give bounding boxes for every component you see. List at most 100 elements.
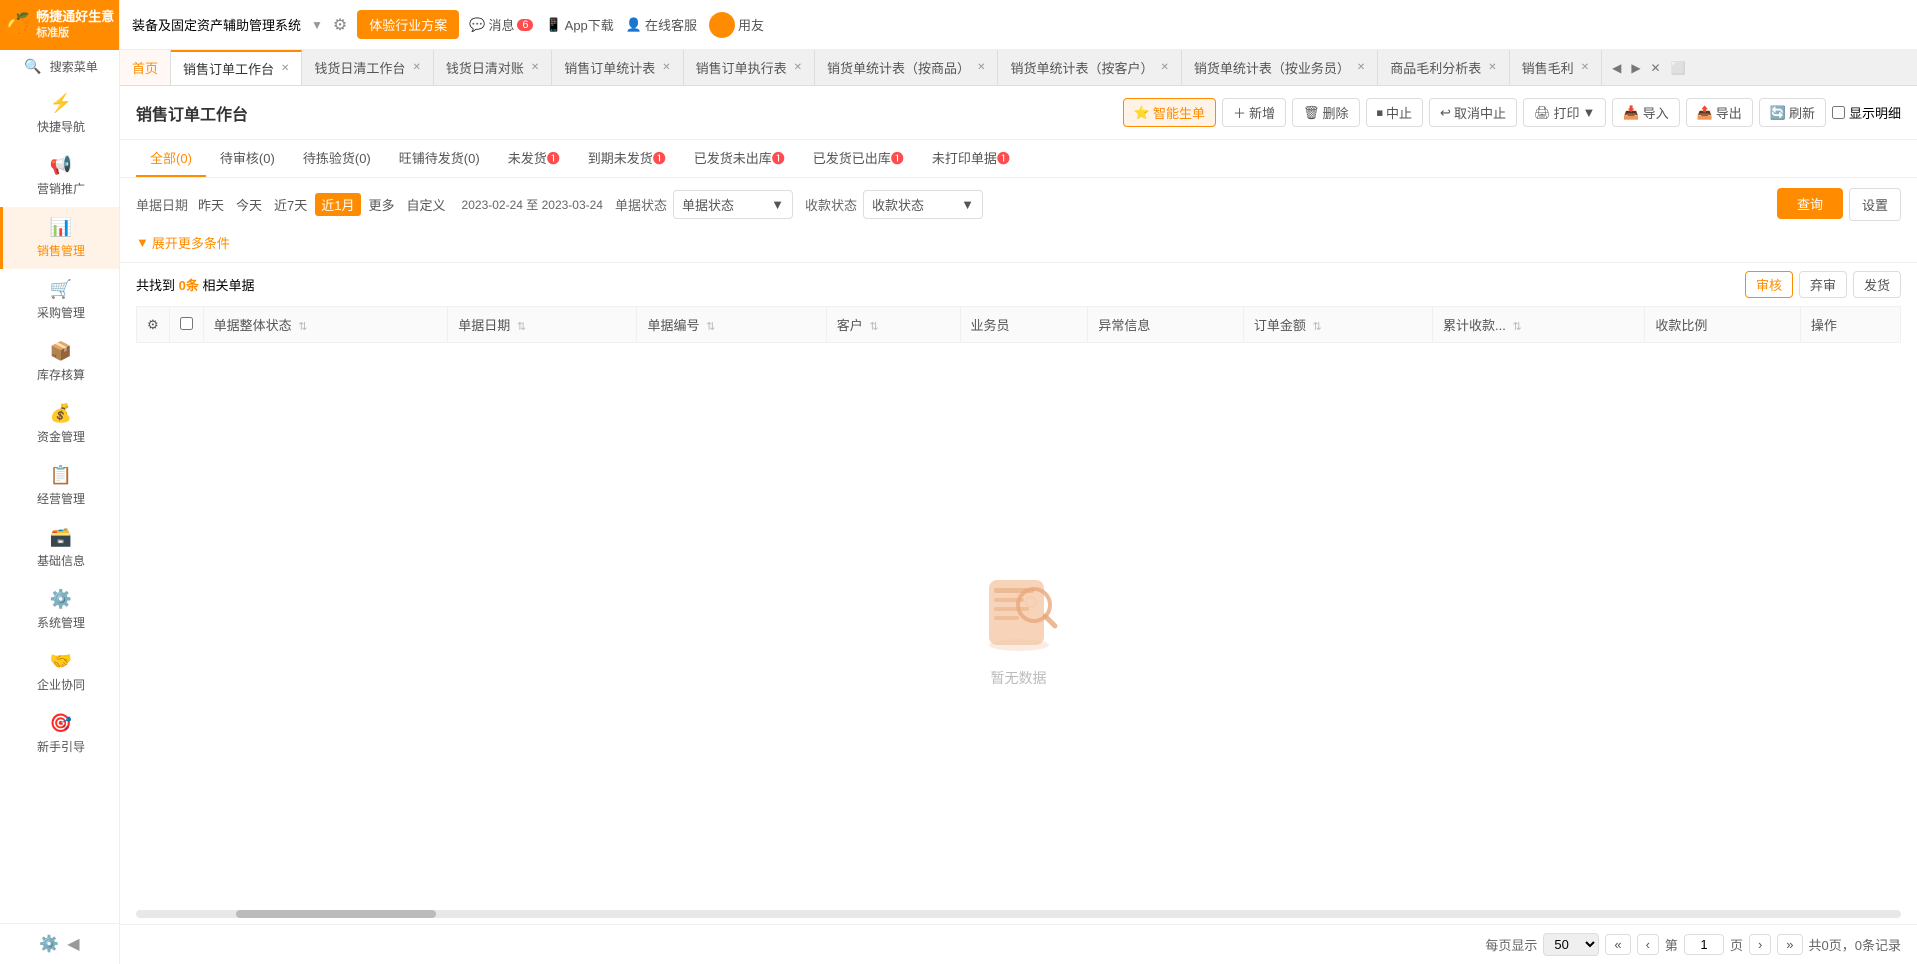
tab-cash-daily[interactable]: 钱货日清工作台 ✕ [302, 50, 433, 85]
unapprove-button[interactable]: 弃审 [1799, 271, 1847, 298]
sidebar-item-finance[interactable]: 💰 资金管理 [0, 393, 119, 455]
filter-date-7days[interactable]: 近7天 [270, 193, 311, 216]
tab-sales-stats-staff-close-icon[interactable]: ✕ [1357, 62, 1365, 73]
filter-date-more[interactable]: 更多 [365, 193, 399, 216]
page-last-button[interactable]: » [1777, 934, 1802, 955]
tab-sales-order-exec-close-icon[interactable]: ✕ [794, 62, 802, 73]
tab-cash-reconcile[interactable]: 钱货日清对账 ✕ [434, 50, 552, 85]
sidebar-item-marketing[interactable]: 📢 营销推广 [0, 145, 119, 207]
sidebar-item-inventory[interactable]: 📦 库存核算 [0, 331, 119, 393]
user-area[interactable]: 用友 [709, 12, 764, 38]
filter-status-select[interactable]: 单据状态 ▼ [673, 190, 793, 219]
horizontal-scroll-thumb[interactable] [236, 910, 436, 918]
tab-sales-order-stats-close-icon[interactable]: ✕ [662, 62, 670, 73]
tabs-next-icon[interactable]: ▶ [1627, 59, 1644, 77]
tab-cash-daily-close-icon[interactable]: ✕ [412, 62, 420, 73]
sidebar-item-quick-nav[interactable]: ⚡ 快捷导航 [0, 83, 119, 145]
sidebar-item-sales[interactable]: 📊 销售管理 [0, 207, 119, 269]
filter-date-1month[interactable]: 近1月 [315, 193, 360, 216]
subtab-expired-not-shipped[interactable]: 到期未发货❶ [574, 140, 680, 177]
sidebar-item-guide[interactable]: 🎯 新手引导 [0, 703, 119, 765]
th-date-sort-icon[interactable]: ⇅ [517, 321, 526, 333]
tab-home-label: 首页 [132, 58, 158, 77]
tab-cash-reconcile-close-icon[interactable]: ✕ [531, 62, 539, 73]
online-service-button[interactable]: 👤 在线客服 [626, 15, 697, 34]
topbar-gear-icon[interactable]: ⚙ [333, 15, 347, 35]
sidebar-item-system[interactable]: ⚙️ 系统管理 [0, 579, 119, 641]
subtab-not-shipped[interactable]: 未发货❶ [494, 140, 574, 177]
message-button[interactable]: 💬 消息 6 [469, 15, 533, 34]
main-area: 装备及固定资产辅助管理系统 ▼ ⚙ 体验行业方案 💬 消息 6 📱 App下载 … [120, 0, 1917, 964]
page-first-button[interactable]: « [1605, 934, 1630, 955]
setting-button[interactable]: 设置 [1849, 188, 1901, 221]
show-detail-checkbox-area[interactable]: 显示明细 [1832, 103, 1901, 122]
approve-button[interactable]: 审核 [1745, 271, 1793, 298]
filter-date-custom[interactable]: 自定义 [403, 193, 450, 216]
th-gear[interactable]: ⚙ [137, 307, 170, 343]
sidebar-item-basic-info[interactable]: 🗃️ 基础信息 [0, 517, 119, 579]
subtab-not-printed[interactable]: 未打印单据❶ [918, 140, 1024, 177]
page-prev-button[interactable]: ‹ [1637, 934, 1659, 955]
tabs-close-all-icon[interactable]: ✕ [1647, 59, 1665, 77]
stop-button[interactable]: ⏹ 中止 [1366, 98, 1424, 127]
industry-solution-button[interactable]: 体验行业方案 [357, 10, 459, 39]
tabs-prev-icon[interactable]: ◀ [1608, 59, 1625, 77]
filter-payment-select[interactable]: 收款状态 ▼ [863, 190, 983, 219]
refresh-button[interactable]: 🔄 刷新 [1759, 98, 1826, 127]
filter-date-today[interactable]: 今天 [232, 193, 266, 216]
th-collected-sort-icon[interactable]: ⇅ [1513, 321, 1522, 333]
sidebar-item-search[interactable]: 🔍 搜索菜单 [0, 50, 119, 83]
tab-sales-stats-customer-close-icon[interactable]: ✕ [1160, 62, 1168, 73]
print-button[interactable]: 🖨 打印 ▼ [1523, 98, 1606, 127]
tab-sales-stats-product-close-icon[interactable]: ✕ [977, 62, 985, 73]
smart-create-button[interactable]: ⭐ 智能生单 [1123, 98, 1216, 127]
delete-button[interactable]: 🗑 删除 [1292, 98, 1360, 127]
tab-sales-stats-staff[interactable]: 销货单统计表（按业务员） ✕ [1182, 50, 1378, 85]
tab-sales-order-stats[interactable]: 销售订单统计表 ✕ [552, 50, 683, 85]
tab-product-margin[interactable]: 商品毛利分析表 ✕ [1378, 50, 1509, 85]
tab-sales-stats-product[interactable]: 销货单统计表（按商品） ✕ [815, 50, 998, 85]
th-number-sort-icon[interactable]: ⇅ [706, 321, 715, 333]
subtab-shipped-not-out[interactable]: 已发货未出库❶ [680, 140, 799, 177]
topbar-dropdown-icon[interactable]: ▼ [311, 18, 323, 32]
show-detail-checkbox[interactable] [1832, 106, 1845, 119]
operations-icon: 📋 [50, 465, 72, 486]
sidebar-item-operations[interactable]: 📋 经营管理 [0, 455, 119, 517]
page-input[interactable] [1684, 934, 1724, 955]
horizontal-scroll[interactable] [136, 910, 1901, 918]
tab-home[interactable]: 首页 [120, 50, 171, 85]
th-amount-sort-icon[interactable]: ⇅ [1312, 321, 1321, 333]
filter-date-yesterday[interactable]: 昨天 [194, 193, 228, 216]
tab-sales-stats-customer[interactable]: 销货单统计表（按客户） ✕ [998, 50, 1181, 85]
query-button[interactable]: 查询 [1777, 188, 1843, 219]
tab-close-icon[interactable]: ✕ [281, 63, 289, 74]
subtab-shipped-out[interactable]: 已发货已出库❶ [799, 140, 918, 177]
tab-sales-order-workbench[interactable]: 销售订单工作台 ✕ [171, 50, 302, 85]
import-button[interactable]: 📥 导入 [1612, 98, 1679, 127]
th-status-sort-icon[interactable]: ⇅ [298, 321, 307, 333]
th-checkbox[interactable] [169, 307, 203, 343]
th-customer-sort-icon[interactable]: ⇅ [869, 321, 878, 333]
export-button[interactable]: 📤 导出 [1686, 98, 1753, 127]
add-button[interactable]: ＋ 新增 [1222, 98, 1286, 127]
subtab-pending-review[interactable]: 待审核(0) [206, 140, 289, 177]
select-all-checkbox[interactable] [180, 317, 193, 330]
sidebar-item-enterprise[interactable]: 🤝 企业协同 [0, 641, 119, 703]
sidebar-collapse-icon[interactable]: ◀ [67, 934, 79, 954]
tabs-expand-icon[interactable]: ⬜ [1667, 59, 1690, 77]
sidebar-item-purchase[interactable]: 🛒 采购管理 [0, 269, 119, 331]
subtab-wangpu-ship[interactable]: 旺铺待发货(0) [385, 140, 494, 177]
tab-sales-order-exec[interactable]: 销售订单执行表 ✕ [684, 50, 815, 85]
subtab-pending-inspect[interactable]: 待拣验货(0) [289, 140, 385, 177]
per-page-select[interactable]: 50 100 200 [1543, 933, 1599, 956]
ship-button[interactable]: 发货 [1853, 271, 1901, 298]
page-next-button[interactable]: › [1749, 934, 1771, 955]
app-download-button[interactable]: 📱 App下载 [545, 15, 613, 34]
filter-expand-button[interactable]: ▼ 展开更多条件 [136, 233, 230, 252]
cancel-stop-button[interactable]: ↩ 取消中止 [1429, 98, 1517, 127]
subtab-all[interactable]: 全部(0) [136, 140, 206, 177]
tab-sales-profit[interactable]: 销售毛利 ✕ [1510, 50, 1602, 85]
sidebar-settings-icon[interactable]: ⚙️ [39, 934, 59, 954]
tab-sales-profit-close-icon[interactable]: ✕ [1581, 62, 1589, 73]
tab-product-margin-close-icon[interactable]: ✕ [1488, 62, 1496, 73]
